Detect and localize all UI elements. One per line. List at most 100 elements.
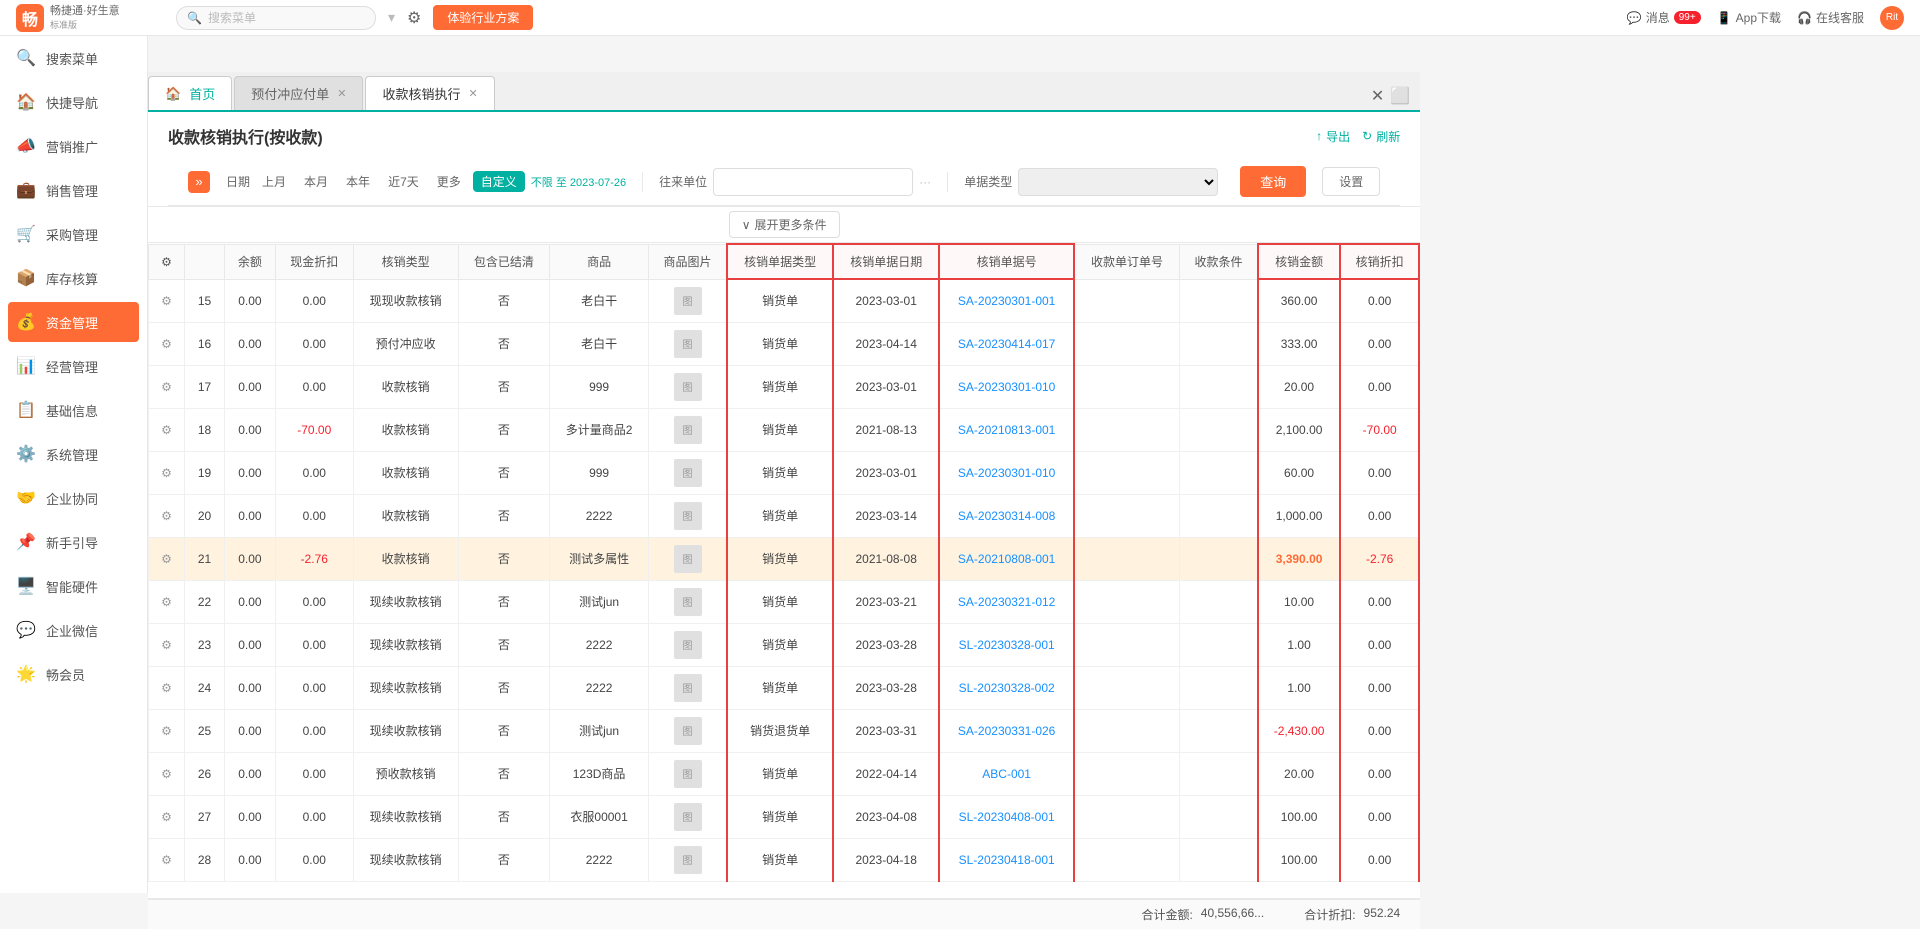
sidebar-item-newbie[interactable]: 📌 新手引导: [0, 520, 147, 564]
cell-verify-doc-type: 销货单: [727, 279, 833, 322]
voucher-type-select[interactable]: [1018, 168, 1218, 196]
cell-verify-doc-no[interactable]: SL-20230328-002: [939, 666, 1074, 709]
doc-no-link[interactable]: SL-20230408-001: [959, 810, 1055, 824]
sidebar-item-quicknav[interactable]: 🏠 快捷导航: [0, 80, 147, 124]
expand-icon: »: [195, 174, 202, 189]
cell-settings[interactable]: ⚙: [149, 451, 185, 494]
cell-settings[interactable]: ⚙: [149, 666, 185, 709]
settings-btn[interactable]: 设置: [1322, 167, 1380, 196]
cell-verify-doc-no[interactable]: SL-20230408-001: [939, 795, 1074, 838]
doc-no-link[interactable]: SA-20230314-008: [958, 509, 1055, 523]
cell-verify-doc-no[interactable]: SL-20230328-001: [939, 623, 1074, 666]
cell-verify-doc-date: 2023-03-14: [833, 494, 939, 537]
filter-expand-btn[interactable]: »: [188, 171, 210, 193]
top-bar: 畅 畅捷通·好生意 标准版 🔍 搜索菜单 ▾ ⚙ 体验行业方案 💬 消息 99+…: [0, 0, 1920, 36]
industry-btn[interactable]: 体验行业方案: [433, 5, 533, 30]
search-menu-area[interactable]: 🔍 搜索菜单: [176, 6, 376, 30]
cell-verify-doc-no[interactable]: SL-20230418-001: [939, 838, 1074, 881]
query-btn[interactable]: 查询: [1240, 166, 1306, 197]
app-download-area[interactable]: 📱 App下载: [1717, 9, 1781, 26]
cell-verify-doc-no[interactable]: SA-20230414-017: [939, 322, 1074, 365]
cell-settings[interactable]: ⚙: [149, 279, 185, 322]
doc-no-link[interactable]: SA-20210813-001: [958, 423, 1055, 437]
cell-verify-amount: 360.00: [1258, 279, 1340, 322]
sidebar-item-sales[interactable]: 💼 销售管理: [0, 168, 147, 212]
cell-verify-doc-no[interactable]: SA-20230314-008: [939, 494, 1074, 537]
cell-verify-doc-no[interactable]: SA-20230331-026: [939, 709, 1074, 752]
cell-product-image: 图: [649, 666, 727, 709]
doc-no-link[interactable]: SA-20230301-010: [958, 466, 1055, 480]
sidebar-item-purchase[interactable]: 🛒 采购管理: [0, 212, 147, 256]
sidebar-item-enterprise[interactable]: 🤝 企业协同: [0, 476, 147, 520]
date-shortcuts: 上月 本月 本年 近7天 更多 自定义: [256, 171, 525, 192]
close-window-icon[interactable]: ✕: [1371, 86, 1384, 106]
cell-settings[interactable]: ⚙: [149, 838, 185, 881]
doc-no-link[interactable]: SL-20230418-001: [959, 853, 1055, 867]
cell-verify-doc-no[interactable]: SA-20230301-001: [939, 279, 1074, 322]
cell-settings[interactable]: ⚙: [149, 709, 185, 752]
voucher-type-label: 单据类型: [964, 173, 1012, 190]
sidebar-item-basic[interactable]: 📋 基础信息: [0, 388, 147, 432]
date-btn-last-month[interactable]: 上月: [256, 171, 292, 192]
maximize-icon[interactable]: ⬜: [1390, 86, 1410, 106]
th-collection-order-no: 收款单订单号: [1074, 244, 1180, 279]
doc-no-link[interactable]: SA-20210808-001: [958, 552, 1055, 566]
cell-verify-doc-no[interactable]: ABC-001: [939, 752, 1074, 795]
tab-collection-close[interactable]: ✕: [468, 87, 477, 100]
doc-no-link[interactable]: SA-20230414-017: [958, 337, 1055, 351]
date-btn-this-year[interactable]: 本年: [340, 171, 376, 192]
tab-home[interactable]: 🏠 首页: [148, 76, 232, 110]
sidebar-item-inventory[interactable]: 📦 库存核算: [0, 256, 147, 300]
cell-settings[interactable]: ⚙: [149, 365, 185, 408]
cell-verify-doc-no[interactable]: SA-20230301-010: [939, 451, 1074, 494]
table-container[interactable]: ⚙ 余额 现金折扣 核销类型 包含已结清 商品 商品图片 核销单据类型 核销单据…: [148, 243, 1420, 898]
notification-area[interactable]: 💬 消息 99+: [1627, 9, 1701, 26]
search-icon: 🔍: [187, 11, 202, 25]
cell-settings[interactable]: ⚙: [149, 752, 185, 795]
cell-settings[interactable]: ⚙: [149, 623, 185, 666]
cell-settings[interactable]: ⚙: [149, 537, 185, 580]
refresh-btn[interactable]: ↻ 刷新: [1362, 128, 1400, 145]
expand-more-btn[interactable]: ∨ 展开更多条件: [729, 211, 840, 238]
sidebar-item-finance[interactable]: 💰 资金管理: [8, 302, 139, 342]
doc-no-link[interactable]: ABC-001: [982, 767, 1031, 781]
cell-cash-discount: 0.00: [275, 451, 353, 494]
doc-no-link[interactable]: SL-20230328-002: [959, 681, 1055, 695]
doc-no-link[interactable]: SA-20230301-010: [958, 380, 1055, 394]
cell-verify-doc-no[interactable]: SA-20230301-010: [939, 365, 1074, 408]
sidebar-item-business[interactable]: 📊 经营管理: [0, 344, 147, 388]
th-settings[interactable]: ⚙: [149, 244, 185, 279]
sidebar-item-member[interactable]: 🌟 畅会员: [0, 652, 147, 696]
cell-settings[interactable]: ⚙: [149, 322, 185, 365]
tab-collection-verify[interactable]: 收款核销执行 ✕: [365, 76, 494, 110]
cell-verify-type: 现续收款核销: [353, 838, 458, 881]
partner-input[interactable]: [713, 168, 913, 196]
cell-verify-doc-no[interactable]: SA-20210813-001: [939, 408, 1074, 451]
sidebar-item-hardware[interactable]: 🖥️ 智能硬件: [0, 564, 147, 608]
sidebar-item-wechat[interactable]: 💬 企业微信: [0, 608, 147, 652]
cell-settings[interactable]: ⚙: [149, 494, 185, 537]
tab-prepay[interactable]: 预付冲应付单 ✕: [234, 76, 363, 110]
gear-icon[interactable]: ⚙: [407, 8, 421, 28]
cell-settings[interactable]: ⚙: [149, 795, 185, 838]
online-support-area[interactable]: 🎧 在线客服: [1797, 9, 1864, 26]
cell-verify-doc-no[interactable]: SA-20210808-001: [939, 537, 1074, 580]
sidebar-item-search[interactable]: 🔍 搜索菜单: [0, 36, 147, 80]
cell-verify-doc-no[interactable]: SA-20230321-012: [939, 580, 1074, 623]
tab-prepay-close[interactable]: ✕: [337, 87, 346, 100]
date-btn-7days[interactable]: 近7天: [382, 171, 425, 192]
doc-no-link[interactable]: SA-20230301-001: [958, 294, 1055, 308]
export-btn[interactable]: ↑ 导出: [1316, 128, 1350, 145]
doc-no-link[interactable]: SL-20230328-001: [959, 638, 1055, 652]
date-btn-custom[interactable]: 自定义: [473, 171, 525, 192]
cell-settings[interactable]: ⚙: [149, 408, 185, 451]
date-btn-this-month[interactable]: 本月: [298, 171, 334, 192]
sidebar-item-marketing[interactable]: 📣 营销推广: [0, 124, 147, 168]
date-btn-more[interactable]: 更多: [431, 171, 467, 192]
data-table: ⚙ 余额 现金折扣 核销类型 包含已结清 商品 商品图片 核销单据类型 核销单据…: [148, 243, 1420, 882]
cell-settings[interactable]: ⚙: [149, 580, 185, 623]
avatar[interactable]: Rit: [1880, 6, 1904, 30]
sidebar-item-system[interactable]: ⚙️ 系统管理: [0, 432, 147, 476]
doc-no-link[interactable]: SA-20230321-012: [958, 595, 1055, 609]
doc-no-link[interactable]: SA-20230331-026: [958, 724, 1055, 738]
